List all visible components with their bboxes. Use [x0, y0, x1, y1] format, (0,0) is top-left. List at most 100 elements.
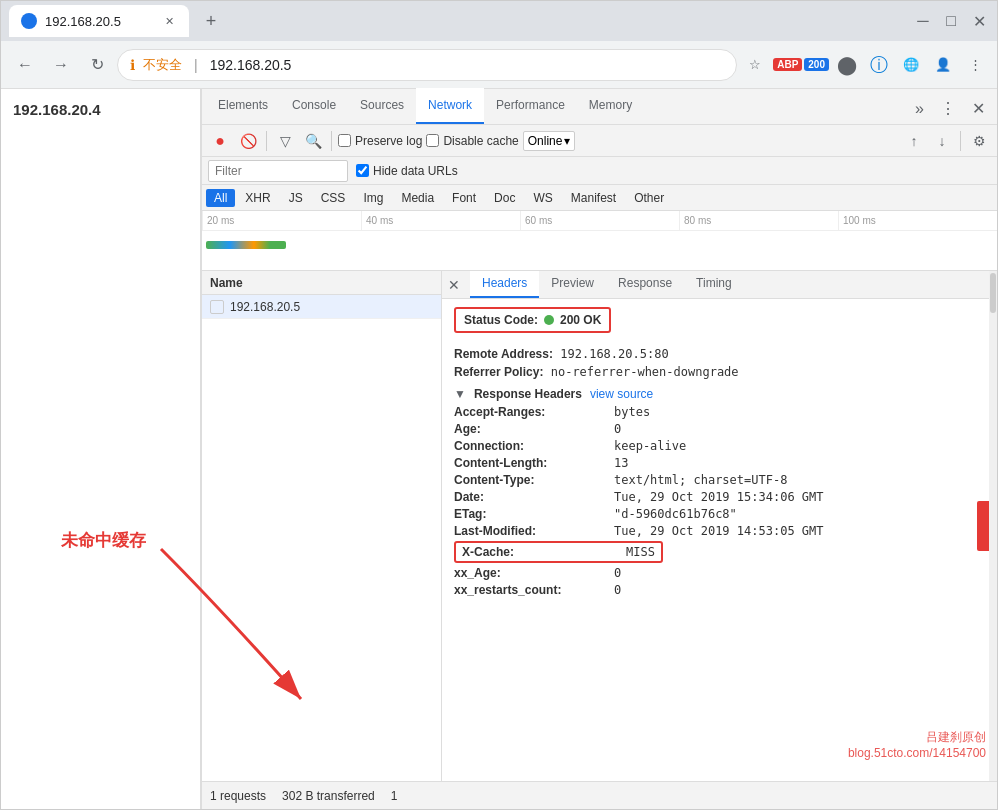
minimize-button[interactable]: ─	[913, 11, 933, 31]
clear-button[interactable]: 🚫	[236, 129, 260, 153]
header-row: Last-Modified: Tue, 29 Oct 2019 14:53:05…	[454, 524, 985, 538]
navigation-bar: ← → ↻ ℹ 不安全 | 192.168.20.5 ☆ ABP 200 ⬤ ⓘ…	[1, 41, 997, 89]
type-filter-xhr[interactable]: XHR	[237, 189, 278, 207]
type-filter-js[interactable]: JS	[281, 189, 311, 207]
left-sidebar: 192.168.20.4 未命中缓存	[1, 89, 201, 809]
type-filter-manifest[interactable]: Manifest	[563, 189, 624, 207]
details-scrollbar[interactable]	[989, 271, 997, 781]
requests-count: 1 requests	[210, 789, 266, 803]
scrollbar-thumb[interactable]	[990, 273, 996, 313]
status-dot-icon	[544, 315, 554, 325]
type-filter-css[interactable]: CSS	[313, 189, 354, 207]
search-icon[interactable]: 🔍	[301, 129, 325, 153]
red-side-tab[interactable]	[977, 501, 989, 551]
title-bar: 192.168.20.5 ✕ + ─ □ ✕	[1, 1, 997, 41]
tab-console[interactable]: Console	[280, 88, 348, 124]
throttle-label: Online	[528, 134, 563, 148]
header-name: xx_Age:	[454, 566, 614, 580]
header-value: 13	[614, 456, 628, 470]
devtools-settings-button[interactable]: ⋮	[932, 93, 964, 124]
details-close-button[interactable]: ✕	[442, 273, 466, 297]
translate-button[interactable]: 🌐	[897, 51, 925, 79]
menu-button[interactable]: ⋮	[961, 51, 989, 79]
hide-data-urls-checkbox[interactable]: Hide data URLs	[356, 164, 458, 178]
type-filter-other[interactable]: Other	[626, 189, 672, 207]
hide-data-urls-label: Hide data URLs	[373, 164, 458, 178]
details-tab-timing[interactable]: Timing	[684, 271, 744, 298]
disable-cache-input[interactable]	[426, 134, 439, 147]
browser-window: 192.168.20.5 ✕ + ─ □ ✕ ← → ↻ ℹ 不安全 | 192…	[0, 0, 998, 810]
download-icon[interactable]: ↓	[930, 129, 954, 153]
details-tab-headers[interactable]: Headers	[470, 271, 539, 298]
annotation-text: 未命中缓存	[61, 529, 146, 552]
page-content-area: 192.168.20.4 未命中缓存	[1, 89, 997, 809]
chrome-button[interactable]: ⬤	[833, 51, 861, 79]
details-content: Status Code: 200 OK Remote Address: 192.…	[442, 299, 997, 781]
type-filter-img[interactable]: Img	[355, 189, 391, 207]
timeline-bar-area	[202, 231, 997, 271]
devtools-settings-gear-icon[interactable]: ⚙	[967, 129, 991, 153]
header-name: Date:	[454, 490, 614, 504]
requests-area: Name 192.168.20.5 ✕ Headers Pr	[202, 271, 997, 781]
bookmark-button[interactable]: ☆	[741, 51, 769, 79]
address-bar[interactable]: ℹ 不安全 | 192.168.20.5	[117, 49, 737, 81]
remote-address-row: Remote Address: 192.168.20.5:80	[454, 347, 985, 361]
forward-button[interactable]: →	[45, 49, 77, 81]
record-button[interactable]: ●	[208, 129, 232, 153]
filter-icon[interactable]: ▽	[273, 129, 297, 153]
preserve-log-checkbox[interactable]: Preserve log	[338, 134, 422, 148]
hide-data-urls-input[interactable]	[356, 164, 369, 177]
devtools-close-button[interactable]: ✕	[964, 93, 993, 124]
transferred-size: 302 B transferred	[282, 789, 375, 803]
type-filter-media[interactable]: Media	[393, 189, 442, 207]
header-row: Content-Type: text/html; charset=UTF-8	[454, 473, 985, 487]
details-tab-response[interactable]: Response	[606, 271, 684, 298]
header-name: Last-Modified:	[454, 524, 614, 538]
header-value: "d-5960dc61b76c8"	[614, 507, 737, 521]
tab-performance[interactable]: Performance	[484, 88, 577, 124]
devtools-more-button[interactable]: »	[907, 94, 932, 124]
timeline-rulers: 20 ms 40 ms 60 ms 80 ms 100 ms	[202, 211, 997, 231]
watermark-line1: 吕建刹原创	[848, 729, 986, 746]
disable-cache-checkbox[interactable]: Disable cache	[426, 134, 518, 148]
details-tab-preview[interactable]: Preview	[539, 271, 606, 298]
header-row: xx_Age: 0	[454, 566, 985, 580]
throttle-select[interactable]: Online ▾	[523, 131, 576, 151]
browser-tab[interactable]: 192.168.20.5 ✕	[9, 5, 189, 37]
header-value: keep-alive	[614, 439, 686, 453]
preserve-log-input[interactable]	[338, 134, 351, 147]
header-row: Date: Tue, 29 Oct 2019 15:34:06 GMT	[454, 490, 985, 504]
request-item-name: 192.168.20.5	[230, 300, 300, 314]
request-item[interactable]: 192.168.20.5	[202, 295, 441, 319]
security-icon: ℹ	[130, 57, 135, 73]
back-button[interactable]: ←	[9, 49, 41, 81]
new-tab-button[interactable]: +	[197, 7, 225, 35]
type-filter-font[interactable]: Font	[444, 189, 484, 207]
refresh-button[interactable]: ↻	[81, 49, 113, 81]
view-source-link[interactable]: view source	[590, 387, 653, 401]
filter-input[interactable]	[208, 160, 348, 182]
type-filter-doc[interactable]: Doc	[486, 189, 523, 207]
response-headers-toggle-icon[interactable]: ▼	[454, 387, 466, 401]
maximize-button[interactable]: □	[941, 11, 961, 31]
header-name: Content-Type:	[454, 473, 614, 487]
profile-button[interactable]: 👤	[929, 51, 957, 79]
status-code-value: 200 OK	[560, 313, 601, 327]
header-value: 0	[614, 422, 621, 436]
type-filter-all[interactable]: All	[206, 189, 235, 207]
tab-elements[interactable]: Elements	[206, 88, 280, 124]
header-name: Accept-Ranges:	[454, 405, 614, 419]
devtools-tab-bar: Elements Console Sources Network Perform…	[202, 89, 997, 125]
referrer-policy-value: no-referrer-when-downgrade	[551, 365, 739, 379]
type-filter-ws[interactable]: WS	[525, 189, 560, 207]
tab-close-button[interactable]: ✕	[161, 13, 177, 29]
details-tab-bar: ✕ Headers Preview Response Timing	[442, 271, 997, 299]
details-panel: ✕ Headers Preview Response Timing Statu	[442, 271, 997, 781]
tab-memory[interactable]: Memory	[577, 88, 644, 124]
tab-sources[interactable]: Sources	[348, 88, 416, 124]
header-value: Tue, 29 Oct 2019 14:53:05 GMT	[614, 524, 824, 538]
ip-button[interactable]: ⓘ	[865, 51, 893, 79]
upload-icon[interactable]: ↑	[902, 129, 926, 153]
close-button[interactable]: ✕	[969, 11, 989, 31]
tab-network[interactable]: Network	[416, 88, 484, 124]
